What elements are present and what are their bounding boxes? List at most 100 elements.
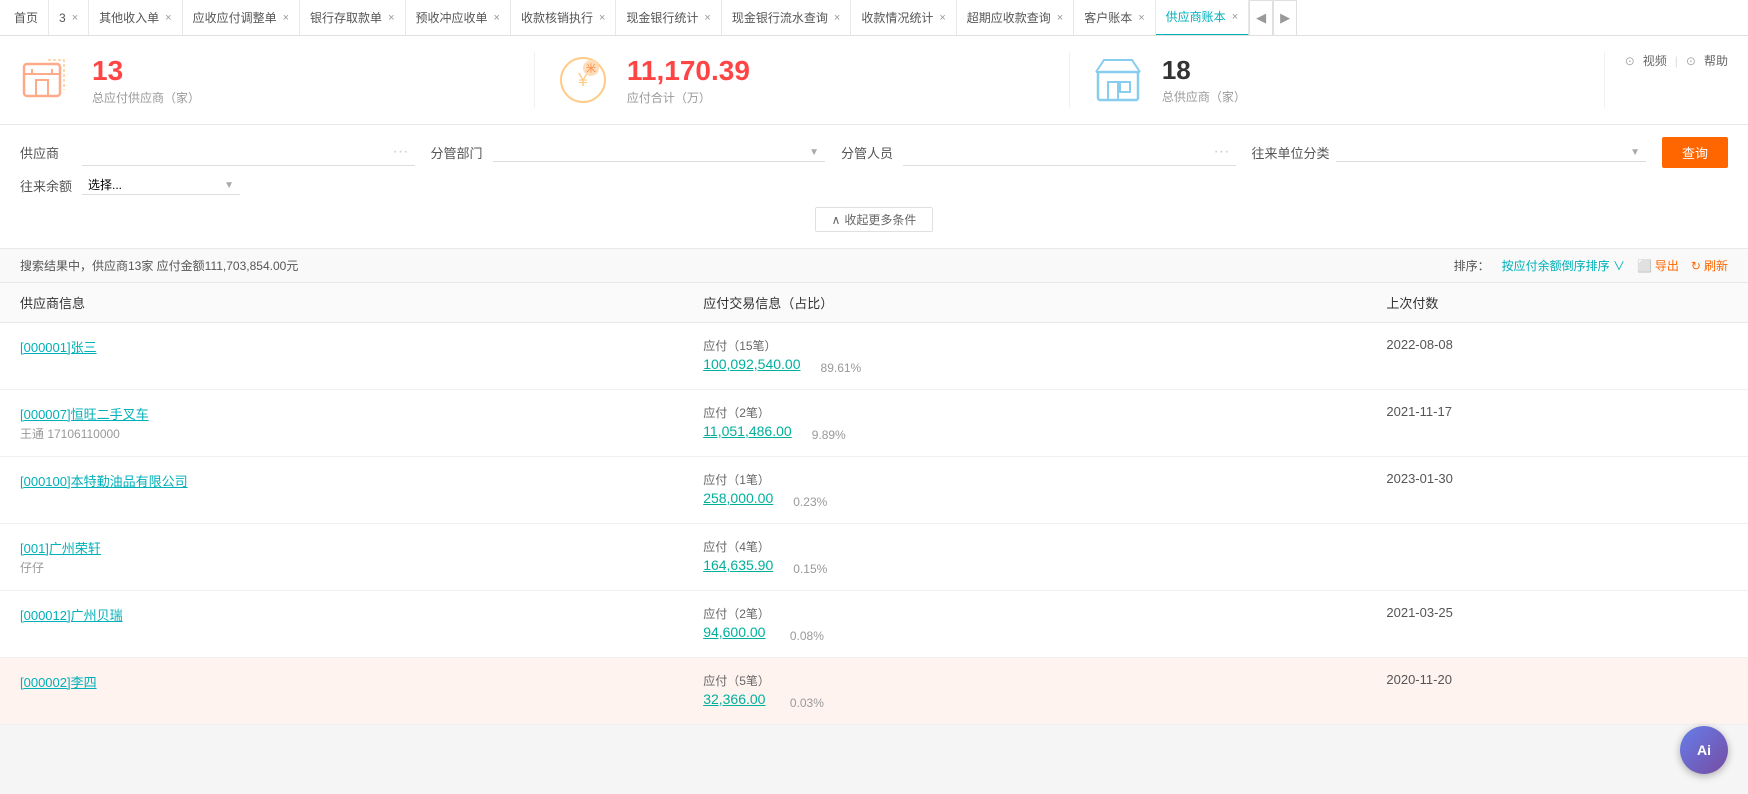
collect-verify-label: 收款核销执行 bbox=[521, 9, 593, 26]
payable-total-label: 应付合计（万） bbox=[627, 89, 750, 106]
trans-info-inner: 应付（2笔） 11,051,486.00 bbox=[703, 404, 792, 439]
collapse-chevron-icon: ∧ bbox=[832, 213, 841, 227]
svg-text:米: 米 bbox=[586, 62, 596, 75]
person-filter: 分管人员 ··· bbox=[841, 139, 1236, 166]
home-tab-label: 首页 bbox=[14, 9, 38, 26]
person-input-wrapper: ··· bbox=[903, 139, 1236, 166]
supplier-name-link[interactable]: [000001]张三 bbox=[20, 337, 703, 356]
supplier-input[interactable] bbox=[88, 141, 393, 163]
supplier-filter-label: 供应商 bbox=[20, 143, 76, 162]
summary-text-suppliers: 13 总应付供应商（家） bbox=[92, 55, 200, 106]
cash-bank-stat-close-icon[interactable]: × bbox=[704, 12, 710, 24]
trans-amount[interactable]: 100,092,540.00 bbox=[703, 356, 800, 372]
dept-dropdown-icon[interactable]: ▼ bbox=[809, 147, 819, 158]
balance-dropdown-icon[interactable]: ▼ bbox=[224, 180, 234, 191]
table-row: [000100]本特勤油品有限公司 应付（1笔） 258,000.00 0.23… bbox=[0, 457, 1748, 524]
person-filter-label: 分管人员 bbox=[841, 143, 897, 162]
trans-label: 应付（4笔） bbox=[703, 538, 773, 555]
collapse-label: 收起更多条件 bbox=[844, 211, 916, 228]
trans-label: 应付（2笔） bbox=[703, 404, 792, 421]
category-select[interactable] bbox=[1342, 145, 1631, 159]
trans-amount[interactable]: 11,051,486.00 bbox=[703, 423, 792, 439]
trans-amount[interactable]: 94,600.00 bbox=[703, 624, 770, 640]
export-link[interactable]: ⬜ 导出 bbox=[1637, 257, 1679, 274]
nav-tab-cash-bank-flow[interactable]: 现金银行流水查询 × bbox=[722, 0, 851, 36]
total-payable-suppliers-label: 总应付供应商（家） bbox=[92, 89, 200, 106]
trans-amount[interactable]: 32,366.00 bbox=[703, 691, 770, 707]
nav-prev-arrow[interactable]: ◀ bbox=[1249, 0, 1273, 36]
trans-amount[interactable]: 164,635.90 bbox=[703, 557, 773, 573]
cash-bank-flow-label: 现金银行流水查询 bbox=[732, 9, 828, 26]
nav-tab-collect-verify[interactable]: 收款核销执行 × bbox=[511, 0, 616, 36]
col-supplier-info: 供应商信息 bbox=[20, 293, 703, 312]
nav-tab-customer-account[interactable]: 客户账本 × bbox=[1074, 0, 1155, 36]
trans-amount[interactable]: 258,000.00 bbox=[703, 490, 773, 506]
prepay-collect-close-icon[interactable]: × bbox=[494, 12, 500, 24]
supplier-account-close-icon[interactable]: × bbox=[1232, 11, 1238, 23]
ar-adjust-close-icon[interactable]: × bbox=[283, 12, 289, 24]
overdue-collect-close-icon[interactable]: × bbox=[1057, 12, 1063, 24]
dept-filter: 分管部门 ▼ bbox=[431, 143, 826, 162]
category-dropdown-icon[interactable]: ▼ bbox=[1630, 147, 1640, 158]
refresh-link[interactable]: ↻ 刷新 bbox=[1691, 257, 1728, 274]
tab3-close-icon[interactable]: × bbox=[72, 12, 78, 24]
summary-card-total-suppliers: 18 总供应商（家） bbox=[1090, 52, 1605, 108]
query-button[interactable]: 查询 bbox=[1662, 137, 1728, 168]
col-last-pay: 上次付数 bbox=[1386, 293, 1728, 312]
collect-verify-close-icon[interactable]: × bbox=[599, 12, 605, 24]
video-link[interactable]: 视频 bbox=[1643, 52, 1667, 69]
total-payable-suppliers-value: 13 bbox=[92, 55, 200, 87]
other-income-close-icon[interactable]: × bbox=[165, 12, 171, 24]
table-row: [001]广州荣轩 仔仔 应付（4笔） 164,635.90 0.15% bbox=[0, 524, 1748, 591]
person-dots-icon[interactable]: ··· bbox=[1214, 143, 1230, 161]
supplier-name-link[interactable]: [000100]本特勤油品有限公司 bbox=[20, 471, 703, 490]
supplier-info-cell: [001]广州荣轩 仔仔 bbox=[20, 538, 703, 576]
help-link[interactable]: 帮助 bbox=[1704, 52, 1728, 69]
trans-pct: 89.61% bbox=[821, 337, 862, 375]
supplier-name-link[interactable]: [000012]广州贝瑞 bbox=[20, 605, 703, 624]
table-row: [000007]恒旺二手叉车 王通 17106110000 应付（2笔） 11,… bbox=[0, 390, 1748, 457]
customer-account-close-icon[interactable]: × bbox=[1138, 12, 1144, 24]
dept-select[interactable] bbox=[499, 145, 810, 159]
dept-select-wrapper: ▼ bbox=[493, 143, 826, 162]
table-header: 供应商信息 应付交易信息（占比） 上次付数 bbox=[0, 283, 1748, 323]
trans-info-cell: 应付（15笔） 100,092,540.00 89.61% bbox=[703, 337, 1386, 375]
results-summary-text: 搜索结果中，供应商13家 应付金额111,703,854.00元 bbox=[20, 257, 298, 274]
nav-tab-home[interactable]: 首页 bbox=[4, 0, 49, 36]
cash-bank-flow-close-icon[interactable]: × bbox=[834, 12, 840, 24]
supplier-info-cell: [000012]广州贝瑞 bbox=[20, 605, 703, 626]
collect-stat-close-icon[interactable]: × bbox=[939, 12, 945, 24]
payable-total-value: 11,170.39 bbox=[627, 55, 750, 87]
nav-tab-ar-adjust[interactable]: 应收应付调整单 × bbox=[183, 0, 300, 36]
nav-tab-bank-deposit[interactable]: 银行存取款单 × bbox=[300, 0, 405, 36]
supplier-name-link[interactable]: [000002]李四 bbox=[20, 672, 703, 691]
supplier-name-link[interactable]: [000007]恒旺二手叉车 bbox=[20, 404, 703, 423]
supplier-name-link[interactable]: [001]广州荣轩 bbox=[20, 538, 703, 557]
person-input[interactable] bbox=[909, 141, 1214, 163]
sort-dropdown-icon: ∨ bbox=[1613, 259, 1625, 273]
nav-tab-supplier-account[interactable]: 供应商账本 × bbox=[1156, 0, 1249, 36]
supplier-sub-text: 仔仔 bbox=[20, 559, 703, 576]
trans-info-cell: 应付（1笔） 258,000.00 0.23% bbox=[703, 471, 1386, 509]
nav-tab-collect-stat[interactable]: 收款情况统计 × bbox=[851, 0, 956, 36]
supplier-dots-icon[interactable]: ··· bbox=[393, 143, 409, 161]
nav-tab-cash-bank-stat[interactable]: 现金银行统计 × bbox=[616, 0, 721, 36]
trans-pct: 0.15% bbox=[793, 538, 827, 576]
balance-select[interactable]: 选择... bbox=[88, 178, 224, 192]
top-navigation: 首页 3 × 其他收入单 × 应收应付调整单 × 银行存取款单 × 预收冲应收单… bbox=[0, 0, 1748, 36]
bank-deposit-close-icon[interactable]: × bbox=[388, 12, 394, 24]
sort-value[interactable]: 按应付余额倒序排序 ∨ bbox=[1502, 257, 1625, 274]
ai-badge[interactable]: Ai bbox=[1680, 726, 1728, 774]
nav-next-arrow[interactable]: ▶ bbox=[1273, 0, 1297, 36]
customer-account-label: 客户账本 bbox=[1084, 9, 1132, 26]
trans-info-cell: 应付（4笔） 164,635.90 0.15% bbox=[703, 538, 1386, 576]
nav-tab-other-income[interactable]: 其他收入单 × bbox=[89, 0, 182, 36]
collapse-button[interactable]: ∧ 收起更多条件 bbox=[815, 207, 934, 232]
nav-tab-prepay-collect[interactable]: 预收冲应收单 × bbox=[406, 0, 511, 36]
trans-info-inner: 应付（4笔） 164,635.90 bbox=[703, 538, 773, 573]
nav-tab-3[interactable]: 3 × bbox=[49, 0, 89, 36]
trans-info-cell: 应付（5笔） 32,366.00 0.03% bbox=[703, 672, 1386, 710]
trans-label: 应付（5笔） bbox=[703, 672, 770, 689]
trans-info-cell: 应付（2笔） 11,051,486.00 9.89% bbox=[703, 404, 1386, 442]
nav-tab-overdue-collect[interactable]: 超期应收款查询 × bbox=[957, 0, 1074, 36]
